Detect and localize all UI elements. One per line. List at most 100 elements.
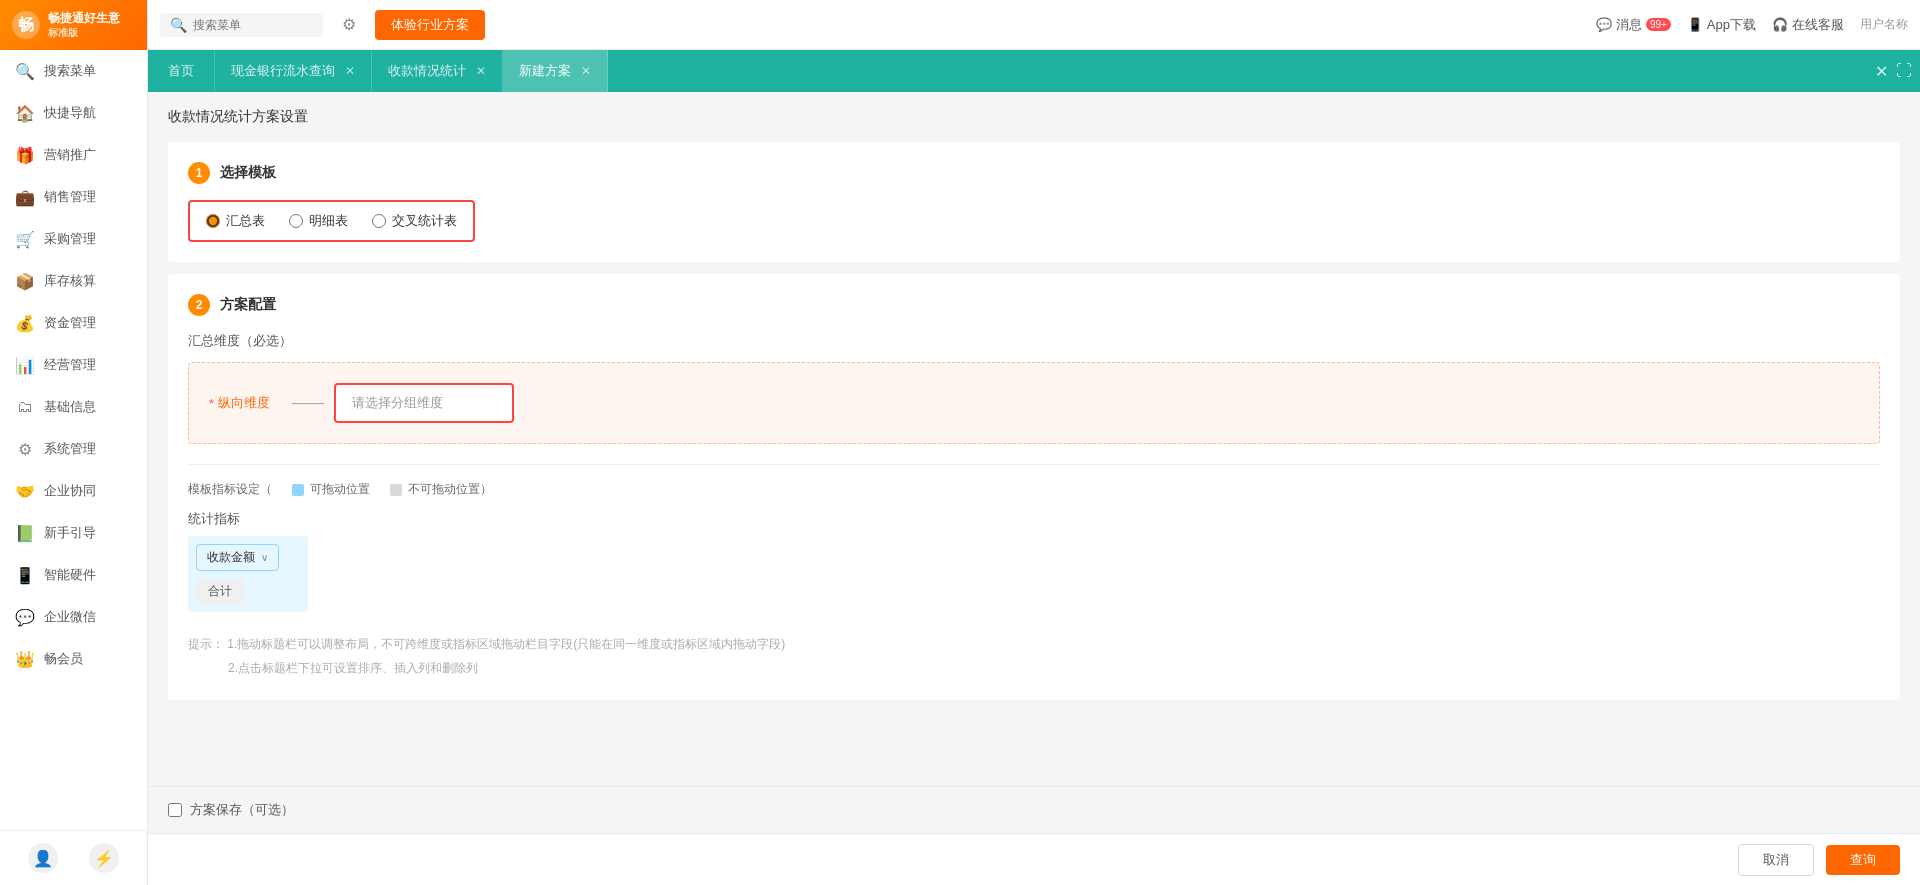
sidebar-item-label: 企业微信 bbox=[44, 608, 96, 626]
tips-section: 提示： 1.拖动标题栏可以调整布局，不可跨维度或指标区域拖动栏目字段(只能在同一… bbox=[188, 632, 1880, 680]
indicator-subtag: 合计 bbox=[196, 579, 244, 604]
content-area: 收款情况统计方案设置 1 选择模板 汇总表 明细表 bbox=[148, 92, 1920, 885]
template-option-cross[interactable]: 交叉统计表 bbox=[372, 212, 457, 230]
dimension-select[interactable]: 请选择分组维度 bbox=[334, 383, 514, 423]
username-display: 用户名称 bbox=[1860, 16, 1908, 33]
sidebar-item-system[interactable]: ⚙ 系统管理 bbox=[0, 428, 147, 470]
download-icon: 📱 bbox=[1687, 17, 1703, 32]
query-button[interactable]: 查询 bbox=[1826, 845, 1900, 875]
chat-icon: 💬 bbox=[16, 608, 34, 626]
tab-cashflow[interactable]: 现金银行流水查询 ✕ bbox=[215, 50, 372, 92]
topbar-search-box[interactable]: 🔍 bbox=[160, 13, 323, 37]
sidebar-item-label: 经营管理 bbox=[44, 356, 96, 374]
tab-close-all-button[interactable]: ✕ bbox=[1875, 62, 1888, 81]
save-checkbox[interactable] bbox=[168, 803, 182, 817]
sidebar-item-quick-nav[interactable]: 🏠 快捷导航 bbox=[0, 92, 147, 134]
save-section: 方案保存（可选） bbox=[148, 786, 1920, 833]
tab-expand-button[interactable]: ⛶ bbox=[1896, 62, 1912, 80]
tabs-bar: 首页 现金银行流水查询 ✕ 收款情况统计 ✕ 新建方案 ✕ ✕ ⛶ bbox=[148, 50, 1920, 92]
tab-new-plan-close[interactable]: ✕ bbox=[581, 64, 591, 78]
tab-new-plan[interactable]: 新建方案 ✕ bbox=[503, 50, 608, 92]
sidebar-item-guide[interactable]: 📗 新手引导 bbox=[0, 512, 147, 554]
sidebar-item-label: 库存核算 bbox=[44, 272, 96, 290]
indicator-tag-label: 收款金额 bbox=[207, 549, 255, 566]
tag-arrow-icon: ∨ bbox=[261, 552, 268, 563]
sidebar-item-finance[interactable]: 💰 资金管理 bbox=[0, 302, 147, 344]
sidebar: 畅 畅捷通好生意 标准版 🔍 搜索菜单 🏠 快捷导航 🎁 营销推广 💼 销售管理… bbox=[0, 0, 148, 885]
legend-non-draggable-label: 不可拖动位置） bbox=[408, 481, 492, 498]
service-icon: 🎧 bbox=[1772, 17, 1788, 32]
legend-draggable-label: 可拖动位置 bbox=[310, 481, 370, 498]
sidebar-item-label: 销售管理 bbox=[44, 188, 96, 206]
sidebar-item-enterprise-wechat[interactable]: 💬 企业微信 bbox=[0, 596, 147, 638]
sidebar-item-label: 畅会员 bbox=[44, 650, 83, 668]
step1-card: 1 选择模板 汇总表 明细表 交叉统计表 bbox=[168, 142, 1900, 262]
message-button[interactable]: 💬 消息 99+ bbox=[1596, 16, 1671, 34]
radio-detail-label: 明细表 bbox=[309, 212, 348, 230]
dimension-label: 汇总维度（必选） bbox=[188, 332, 1880, 350]
dimension-config: 汇总维度（必选） * 纵向维度 —— 请选择分组维度 bbox=[188, 332, 1880, 444]
sidebar-bottom: 👤 ⚡ bbox=[0, 830, 147, 885]
money-icon: 💰 bbox=[16, 314, 34, 332]
industry-solution-button[interactable]: 体验行业方案 bbox=[375, 10, 485, 40]
step2-header: 2 方案配置 bbox=[188, 294, 1880, 316]
radio-detail[interactable] bbox=[289, 214, 303, 228]
sidebar-item-sales[interactable]: 💼 销售管理 bbox=[0, 176, 147, 218]
template-option-summary[interactable]: 汇总表 bbox=[206, 212, 265, 230]
sidebar-item-label: 新手引导 bbox=[44, 524, 96, 542]
topbar-search-input[interactable] bbox=[193, 18, 313, 32]
step1-number: 1 bbox=[188, 162, 210, 184]
cancel-button[interactable]: 取消 bbox=[1738, 844, 1814, 876]
tabs-bar-controls: ✕ ⛶ bbox=[1875, 50, 1920, 92]
radio-cross[interactable] bbox=[372, 214, 386, 228]
dimension-placeholder: 请选择分组维度 bbox=[352, 394, 443, 412]
sidebar-item-marketing[interactable]: 🎁 营销推广 bbox=[0, 134, 147, 176]
dimension-area: * 纵向维度 —— 请选择分组维度 bbox=[188, 362, 1880, 444]
radio-summary[interactable] bbox=[206, 214, 220, 228]
sidebar-item-smart-hw[interactable]: 📱 智能硬件 bbox=[0, 554, 147, 596]
cart-icon: 🛒 bbox=[16, 230, 34, 248]
message-icon: 💬 bbox=[1596, 17, 1612, 32]
step1-title: 选择模板 bbox=[220, 164, 276, 182]
tab-new-plan-label: 新建方案 bbox=[519, 62, 571, 80]
sidebar-item-inventory[interactable]: 📦 库存核算 bbox=[0, 260, 147, 302]
sidebar-item-label: 智能硬件 bbox=[44, 566, 96, 584]
sidebar-item-label: 搜索菜单 bbox=[44, 62, 96, 80]
legend-non-draggable-item: 不可拖动位置） bbox=[390, 481, 492, 498]
service-button[interactable]: 🎧 在线客服 bbox=[1772, 16, 1844, 34]
sidebar-item-label: 快捷导航 bbox=[44, 104, 96, 122]
message-label: 消息 bbox=[1616, 16, 1642, 34]
indicator-tag[interactable]: 收款金额 ∨ bbox=[196, 544, 279, 571]
page-title: 收款情况统计方案设置 bbox=[168, 108, 1900, 126]
step2-number: 2 bbox=[188, 294, 210, 316]
sidebar-item-label: 采购管理 bbox=[44, 230, 96, 248]
topbar-search-icon: 🔍 bbox=[170, 17, 187, 33]
tab-collection-close[interactable]: ✕ bbox=[476, 64, 486, 78]
sidebar-item-operations[interactable]: 📊 经营管理 bbox=[0, 344, 147, 386]
topbar-gear-button[interactable]: ⚙ bbox=[333, 9, 365, 41]
message-badge: 99+ bbox=[1646, 18, 1671, 31]
sidebar-item-enterprise-coop[interactable]: 🤝 企业协同 bbox=[0, 470, 147, 512]
save-label[interactable]: 方案保存（可选） bbox=[190, 801, 294, 819]
tab-home[interactable]: 首页 bbox=[148, 50, 215, 92]
template-option-detail[interactable]: 明细表 bbox=[289, 212, 348, 230]
sidebar-item-search[interactable]: 🔍 搜索菜单 bbox=[0, 50, 147, 92]
tip-2: 2.点击标题栏下拉可设置排序、插入列和删除列 bbox=[228, 656, 478, 680]
sidebar-bottom-icon-1[interactable]: 👤 bbox=[28, 843, 58, 873]
crown-icon: 👑 bbox=[16, 650, 34, 668]
step1-header: 1 选择模板 bbox=[188, 162, 1880, 184]
sidebar-item-base-info[interactable]: 🗂 基础信息 bbox=[0, 386, 147, 428]
sidebar-item-label: 基础信息 bbox=[44, 398, 96, 416]
stat-indicator-label: 统计指标 bbox=[188, 510, 1880, 528]
tab-cashflow-close[interactable]: ✕ bbox=[345, 64, 355, 78]
arrow-icon: —— bbox=[292, 394, 324, 412]
indicators-section: 模板指标设定（ 可拖动位置 不可拖动位置） 统计指标 收款金额 bbox=[188, 481, 1880, 612]
download-label: App下载 bbox=[1707, 16, 1756, 34]
tip-1: 提示： 1.拖动标题栏可以调整布局，不可跨维度或指标区域拖动栏目字段(只能在同一… bbox=[188, 632, 785, 656]
download-button[interactable]: 📱 App下载 bbox=[1687, 16, 1756, 34]
sidebar-item-purchase[interactable]: 🛒 采购管理 bbox=[0, 218, 147, 260]
tab-collection-stat[interactable]: 收款情况统计 ✕ bbox=[372, 50, 503, 92]
sidebar-bottom-icon-2[interactable]: ⚡ bbox=[89, 843, 119, 873]
sidebar-item-label: 系统管理 bbox=[44, 440, 96, 458]
sidebar-item-member[interactable]: 👑 畅会员 bbox=[0, 638, 147, 680]
